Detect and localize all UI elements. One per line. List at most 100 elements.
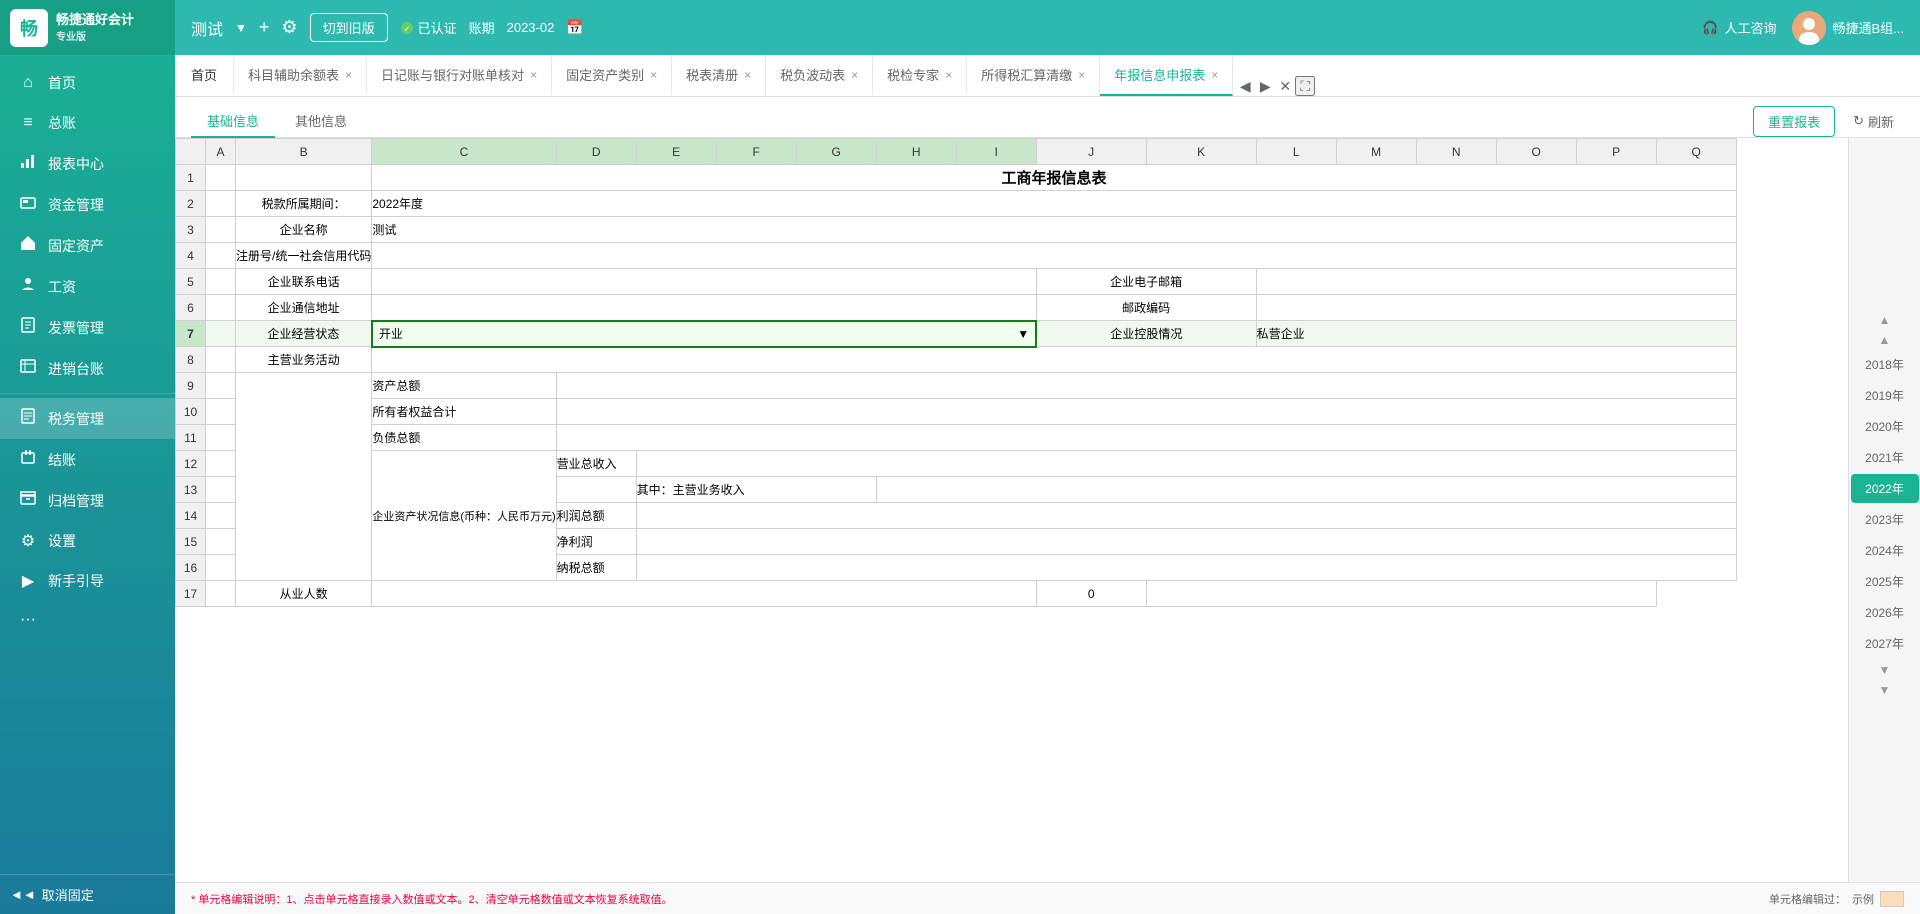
cell-4-C[interactable] [372,243,1736,269]
cell-17-B[interactable]: 从业人数 [236,581,372,607]
cell-11-C[interactable]: 负债总额 [372,425,556,451]
sidebar-item-invoice[interactable]: 发票管理 [0,307,175,348]
cell-5-C[interactable] [372,269,1036,295]
cell-4-A[interactable] [206,243,236,269]
tab-nav-prev[interactable]: ◀ [1235,76,1255,96]
sidebar-item-guide[interactable]: ▶ 新手引导 [0,561,175,601]
tab-close-annual-report[interactable]: × [1211,68,1218,82]
cell-5-B[interactable]: 企业联系电话 [236,269,372,295]
year-item-2026[interactable]: 2026年 [1851,598,1919,627]
col-header-F[interactable]: F [716,139,796,165]
cell-15-A[interactable] [206,529,236,555]
tab-close-journal-bank[interactable]: × [530,68,537,82]
header-dropdown-btn[interactable]: ▼ [235,21,247,35]
cell-7-A[interactable] [206,321,236,347]
tab-close-tax-form[interactable]: × [744,68,751,82]
sidebar-item-settings[interactable]: ⚙ 设置 [0,521,175,561]
calendar-icon[interactable]: 📅 [566,19,583,36]
cell-17-J[interactable]: 0 [1036,581,1146,607]
cell-5-J[interactable]: 企业电子邮箱 [1036,269,1256,295]
tab-income-tax[interactable]: 所得税汇算清缴 × [967,55,1100,96]
cell-13-G[interactable] [876,477,1736,503]
cell-11-A[interactable] [206,425,236,451]
cell-8-A[interactable] [206,347,236,373]
switch-old-version-btn[interactable]: 切到旧版 [310,13,388,42]
col-header-O[interactable]: O [1496,139,1576,165]
col-header-H[interactable]: H [876,139,956,165]
tab-close-fixed-assets[interactable]: × [650,68,657,82]
tab-close-tax-fluctuation[interactable]: × [851,68,858,82]
cell-12-D[interactable] [636,451,1736,477]
year-item-2019[interactable]: 2019年 [1851,381,1919,410]
cell-16-C[interactable]: 纳税总额 [556,555,636,581]
year-item-2027[interactable]: 2027年 [1851,629,1919,658]
sidebar-item-more[interactable]: ··· [0,601,175,639]
cell-6-K[interactable] [1256,295,1736,321]
tab-home[interactable]: 首页 [175,55,234,96]
col-header-J[interactable]: J [1036,139,1146,165]
reset-report-btn[interactable]: 重置报表 [1753,106,1835,137]
cell-7-B[interactable]: 企业经营状态 [236,321,372,347]
support-btn[interactable]: 🎧 人工咨询 [1702,18,1776,37]
cell-9-D[interactable] [556,373,1736,399]
user-avatar-btn[interactable]: 畅捷通B组... [1792,11,1904,45]
sidebar-item-home[interactable]: ⌂ 首页 [0,63,175,103]
cell-9-B[interactable] [236,373,372,581]
cell-4-B[interactable]: 注册号/统一社会信用代码 [236,243,372,269]
cell-13-C[interactable] [556,477,636,503]
year-item-2021[interactable]: 2021年 [1851,443,1919,472]
cell-15-C[interactable]: 净利润 [556,529,636,555]
cell-11-D[interactable] [556,425,1736,451]
cell-15-D[interactable] [636,529,1736,555]
sub-tab-basic[interactable]: 基础信息 [191,105,275,138]
sidebar-item-payroll[interactable]: 工资 [0,266,175,307]
cell-14-A[interactable] [206,503,236,529]
cell-8-C[interactable] [372,347,1736,373]
sidebar-item-archive[interactable]: 归档管理 [0,480,175,521]
tab-fixed-assets[interactable]: 固定资产类别 × [552,55,672,96]
cell-7-K[interactable]: 私营企业 [1256,321,1736,347]
col-header-D[interactable]: D [556,139,636,165]
col-header-K[interactable]: K [1146,139,1256,165]
year-item-2023[interactable]: 2023年 [1851,505,1919,534]
sidebar-item-tax[interactable]: 税务管理 [0,398,175,439]
col-header-Q[interactable]: Q [1656,139,1736,165]
cell-3-A[interactable] [206,217,236,243]
dropdown-arrow[interactable]: ▼ [1017,327,1029,341]
cell-1-B[interactable] [236,165,372,191]
cell-1-A[interactable] [206,165,236,191]
col-header-C[interactable]: C [372,139,556,165]
year-item-2022[interactable]: 2022年 [1851,474,1919,503]
col-header-L[interactable]: L [1256,139,1336,165]
cell-7-C[interactable]: 开业 ▼ [372,321,1036,347]
header-settings-btn[interactable]: ⚙ [281,17,297,38]
spreadsheet-main[interactable]: A B C D E F G H I J K L M [175,138,1848,882]
header-add-btn[interactable]: + [259,17,270,38]
cell-5-A[interactable] [206,269,236,295]
cell-13-D[interactable]: 其中：主营业务收入 [636,477,876,503]
cell-14-D[interactable] [636,503,1736,529]
tab-tax-fluctuation[interactable]: 税负波动表 × [766,55,873,96]
cell-2-B[interactable]: 税款所属期间： [236,191,372,217]
tab-aux-balance[interactable]: 科目辅助余额表 × [234,55,367,96]
cell-8-B[interactable]: 主营业务活动 [236,347,372,373]
cell-17-C[interactable] [372,581,1036,607]
tab-nav-next[interactable]: ▶ [1255,76,1275,96]
cell-5-K[interactable] [1256,269,1736,295]
tab-tax-form[interactable]: 税表清册 × [672,55,766,96]
cell-2-C[interactable]: 2022年度 [372,191,1736,217]
sidebar-item-fixed-assets[interactable]: 固定资产 [0,225,175,266]
col-header-B[interactable]: B [236,139,372,165]
cell-7-J[interactable]: 企业控股情况 [1036,321,1256,347]
cell-6-C[interactable] [372,295,1036,321]
tab-close-income-tax[interactable]: × [1078,68,1085,82]
col-header-E[interactable]: E [636,139,716,165]
tab-close-all[interactable]: ✕ [1275,76,1295,96]
year-item-2020[interactable]: 2020年 [1851,412,1919,441]
cell-16-D[interactable] [636,555,1736,581]
cell-1-title[interactable]: 工商年报信息表 [372,165,1736,191]
cell-9-C[interactable]: 资产总额 [372,373,556,399]
cell-6-A[interactable] [206,295,236,321]
year-scroll-down2[interactable]: ▼ [1851,680,1919,700]
cell-9-A[interactable] [206,373,236,399]
